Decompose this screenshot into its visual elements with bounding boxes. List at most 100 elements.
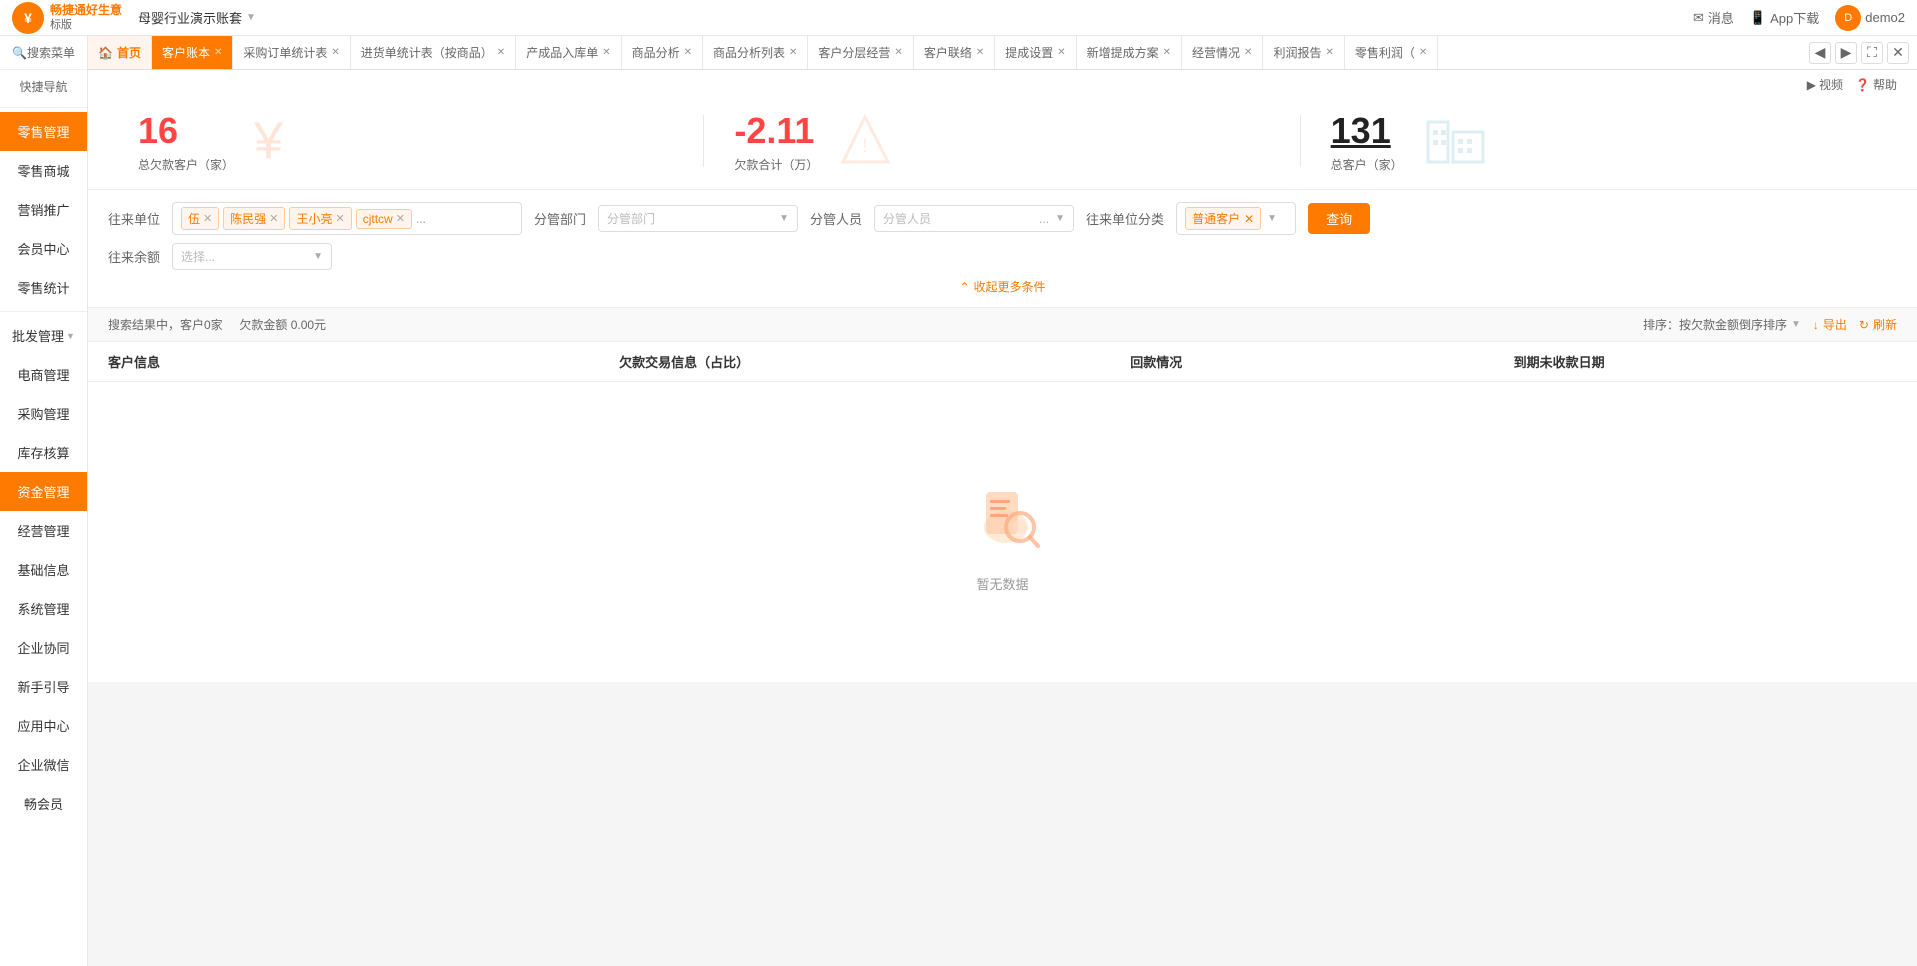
- stat-value-total-customers[interactable]: 131: [1331, 109, 1403, 152]
- unit-tag-2: 陈民强 ✕: [223, 207, 285, 230]
- tab-promotion-settings[interactable]: 提成设置 ✕: [995, 36, 1076, 70]
- store-selector[interactable]: 母婴行业演示账套 ▼: [130, 8, 264, 27]
- warning-icon: !: [838, 112, 893, 167]
- unit-tag-4: cjttcw ✕: [356, 209, 412, 229]
- sidebar-item-ecommerce[interactable]: 电商管理: [0, 355, 87, 394]
- tab-scroll-left-button[interactable]: ◀: [1809, 42, 1831, 64]
- tab-new-promotion-plan[interactable]: 新增提成方案 ✕: [1077, 36, 1182, 70]
- dept-filter-select[interactable]: 分管部门 ▼: [598, 205, 798, 232]
- unit-category-select[interactable]: 普通客户 ✕ ▼: [1176, 202, 1296, 235]
- refresh-button[interactable]: ↻ 刷新: [1859, 316, 1897, 333]
- unit-category-tag: 普通客户 ✕: [1185, 207, 1261, 230]
- sidebar-item-capital-mgmt[interactable]: 资金管理: [0, 472, 87, 511]
- tab-bar: 🏠 首页 客户账本 ✕ 采购订单统计表 ✕ 进货单统计表（按商品） ✕ 产成品入…: [88, 36, 1917, 70]
- stat-value-credit-amount: -2.11: [734, 109, 818, 152]
- message-button[interactable]: ✉ 消息: [1693, 8, 1734, 27]
- empty-text: 暂无数据: [976, 574, 1028, 593]
- app-download-button[interactable]: 📱 App下载: [1750, 8, 1819, 27]
- tab-close-icon[interactable]: ✕: [1325, 47, 1333, 58]
- person-filter-select[interactable]: 分管人员 ... ▼: [874, 205, 1074, 232]
- help-button[interactable]: ❓ 帮助: [1855, 76, 1897, 93]
- tab-close-icon[interactable]: ✕: [602, 47, 610, 58]
- empty-illustration: [958, 472, 1048, 562]
- sidebar-item-business-mgmt[interactable]: 经营管理: [0, 511, 87, 550]
- dept-chevron-icon: ▼: [779, 213, 789, 224]
- svg-text:!: !: [863, 136, 868, 156]
- sidebar-item-enterprise-collab[interactable]: 企业协同: [0, 628, 87, 667]
- tab-profit-report[interactable]: 利润报告 ✕: [1263, 36, 1344, 70]
- stat-label-total-customers: 总客户（家）: [1331, 156, 1403, 173]
- sidebar-item-retail-mgmt[interactable]: 零售管理: [0, 112, 87, 151]
- sidebar-item-enterprise-wechat[interactable]: 企业微信: [0, 745, 87, 784]
- table-body: 暂无数据: [88, 382, 1917, 682]
- avatar: D: [1835, 5, 1861, 31]
- tab-close-all-button[interactable]: ✕: [1887, 42, 1909, 64]
- tab-close-icon[interactable]: ✕: [1244, 47, 1252, 58]
- stat-total-customers: 131 总客户（家）: [1301, 109, 1897, 173]
- tab-customer-contact[interactable]: 客户联络 ✕: [914, 36, 995, 70]
- tab-business-status[interactable]: 经营情况 ✕: [1182, 36, 1263, 70]
- sidebar-item-app-center[interactable]: 应用中心: [0, 706, 87, 745]
- tab-customer-tier[interactable]: 客户分层经营 ✕: [808, 36, 913, 70]
- logo-icon: ¥: [12, 2, 44, 34]
- person-chevron-icon: ▼: [1055, 213, 1065, 224]
- tab-close-icon[interactable]: ✕: [497, 47, 505, 58]
- tab-maximize-button[interactable]: ⛶: [1861, 42, 1883, 64]
- tab-close-icon[interactable]: ✕: [214, 47, 222, 58]
- person-more-icon[interactable]: ...: [1039, 212, 1049, 226]
- tab-purchase-order[interactable]: 采购订单统计表 ✕: [233, 36, 350, 70]
- tab-customer-capital[interactable]: 客户账本 ✕: [152, 36, 233, 70]
- sidebar-item-system-mgmt[interactable]: 系统管理: [0, 589, 87, 628]
- sidebar-item-retail-mall[interactable]: 零售商城: [0, 151, 87, 190]
- tab-close-icon[interactable]: ✕: [1419, 47, 1427, 58]
- sidebar-item-marketing[interactable]: 营销推广: [0, 190, 87, 229]
- coins-icon: ¥: [254, 111, 283, 171]
- balance-filter-select[interactable]: 选择... ▼: [172, 243, 332, 270]
- video-help-button[interactable]: ▶ 视频: [1807, 76, 1843, 93]
- tab-scroll-right-button[interactable]: ▶: [1835, 42, 1857, 64]
- remove-unit-tag-4[interactable]: ✕: [396, 212, 405, 225]
- tab-goods-analysis-list[interactable]: 商品分析列表 ✕: [703, 36, 808, 70]
- unit-filter-input[interactable]: 伍 ✕ 陈民强 ✕ 王小亮 ✕ cjttcw ✕: [172, 202, 522, 235]
- stat-total-credit-amount: -2.11 欠款合计（万） !: [704, 109, 1300, 173]
- sidebar-item-new-guide[interactable]: 新手引导: [0, 667, 87, 706]
- collapse-button[interactable]: ⌃ 收起更多条件: [959, 278, 1045, 295]
- sidebar-item-purchase[interactable]: 采购管理: [0, 394, 87, 433]
- unit-filter-more[interactable]: ...: [416, 212, 426, 226]
- remove-unit-tag-2[interactable]: ✕: [269, 212, 278, 225]
- tab-close-icon[interactable]: ✕: [976, 47, 984, 58]
- topbar: ¥ 畅捷通好生意 标版 母婴行业演示账套 ▼ ✉ 消息 📱 App下载 D de…: [0, 0, 1917, 36]
- tab-goods-analysis[interactable]: 商品分析 ✕: [622, 36, 703, 70]
- sidebar-item-wholesale-mgmt[interactable]: 批发管理 ▼: [0, 316, 87, 355]
- export-button[interactable]: ↓ 导出: [1813, 316, 1847, 333]
- tab-home[interactable]: 🏠 首页: [88, 36, 152, 70]
- stat-label-credit-customers: 总欠款客户（家）: [138, 156, 234, 173]
- tab-product-stock-in[interactable]: 产成品入库单 ✕: [516, 36, 621, 70]
- query-button[interactable]: 查询: [1308, 203, 1370, 234]
- sidebar-item-retail-stats[interactable]: 零售统计: [0, 268, 87, 307]
- sidebar-item-vip-member[interactable]: 畅会员: [0, 784, 87, 823]
- content-area: 🏠 首页 客户账本 ✕ 采购订单统计表 ✕ 进货单统计表（按商品） ✕ 产成品入…: [88, 36, 1917, 966]
- tab-close-icon[interactable]: ✕: [331, 47, 339, 58]
- sidebar-item-basic-info[interactable]: 基础信息: [0, 550, 87, 589]
- tab-close-icon[interactable]: ✕: [789, 47, 797, 58]
- remove-unit-tag-1[interactable]: ✕: [203, 212, 212, 225]
- remove-category-tag[interactable]: ✕: [1244, 212, 1254, 226]
- sidebar-item-inventory[interactable]: 库存核算: [0, 433, 87, 472]
- quick-nav-button[interactable]: 快捷导航: [0, 70, 87, 103]
- unit-tag-3: 王小亮 ✕: [289, 207, 351, 230]
- sidebar-item-member-center[interactable]: 会员中心: [0, 229, 87, 268]
- search-menu-button[interactable]: 🔍 搜索菜单: [0, 36, 87, 70]
- tab-close-icon[interactable]: ✕: [684, 47, 692, 58]
- empty-icon: [958, 472, 1048, 562]
- tab-close-icon[interactable]: ✕: [894, 47, 902, 58]
- tab-retail-profit[interactable]: 零售利润（ ✕: [1345, 36, 1438, 70]
- tab-stock-stats[interactable]: 进货单统计表（按商品） ✕: [351, 36, 516, 70]
- tab-close-icon[interactable]: ✕: [1163, 47, 1171, 58]
- sidebar-divider-2: [0, 311, 87, 312]
- tab-close-icon[interactable]: ✕: [1057, 47, 1065, 58]
- remove-unit-tag-3[interactable]: ✕: [336, 212, 345, 225]
- sort-button[interactable]: 排序：按欠款金额倒序排序 ▼: [1643, 316, 1801, 333]
- col-due-date: 到期未收款日期: [1514, 352, 1897, 371]
- user-menu[interactable]: D demo2: [1835, 5, 1905, 31]
